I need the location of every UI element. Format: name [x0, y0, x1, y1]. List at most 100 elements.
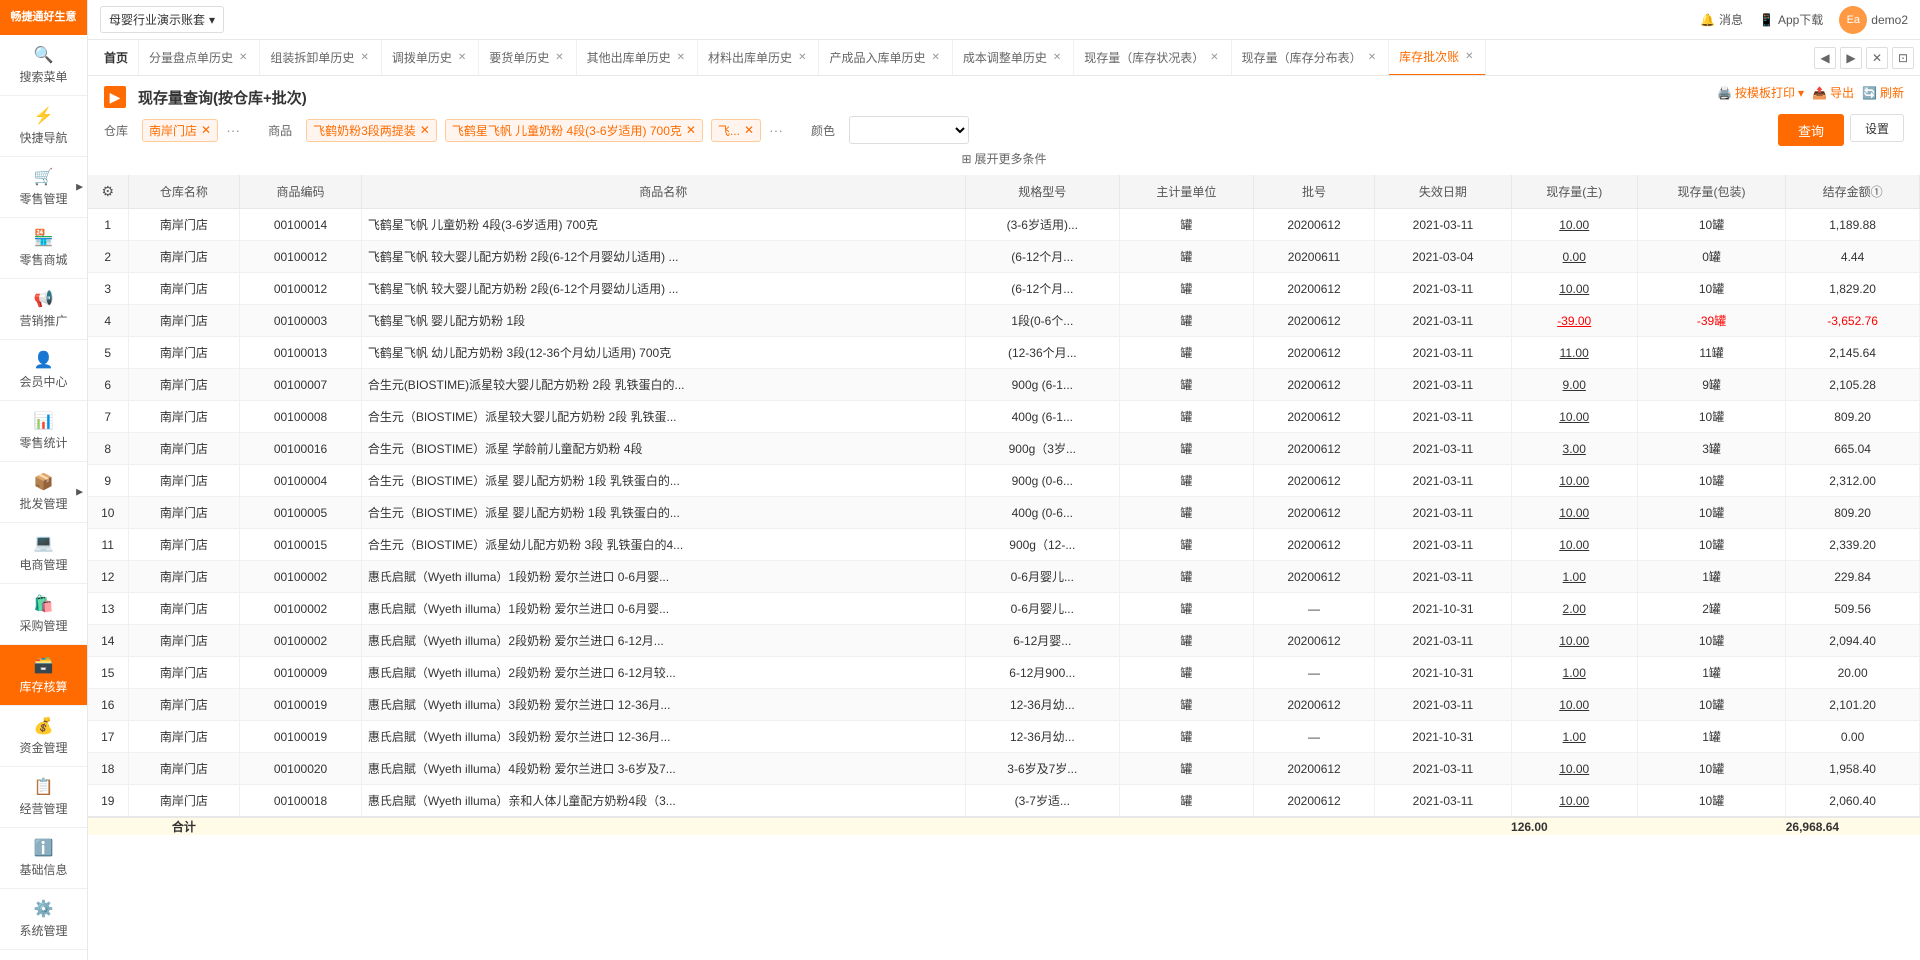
cell-8[interactable]: 10.00	[1511, 209, 1637, 241]
footer-cell-1: 合计	[128, 817, 240, 835]
tab-9[interactable]: 现存量（库存状况表） ✕	[1074, 40, 1231, 76]
cell-8[interactable]: 0.00	[1511, 241, 1637, 273]
tab-5[interactable]: 其他出库单历史 ✕	[577, 40, 698, 76]
tab-label: 组装拆卸单历史	[270, 49, 354, 66]
sidebar-item-零售管理[interactable]: 🛒 零售管理 ▶	[0, 157, 87, 218]
product-tag-2-close[interactable]: ✕	[744, 123, 754, 137]
tab-8[interactable]: 成本调整单历史 ✕	[953, 40, 1074, 76]
tab-close-icon[interactable]: ✕	[675, 52, 687, 63]
expand-more-btn[interactable]: ⊞ 展开更多条件	[961, 150, 1046, 167]
cell-8[interactable]: 9.00	[1511, 369, 1637, 401]
cell-8[interactable]: -39.00	[1511, 305, 1637, 337]
sidebar-item-快捷导航[interactable]: ⚡ 快捷导航	[0, 96, 87, 157]
product-tag-2[interactable]: 飞... ✕	[711, 119, 761, 142]
tab-next-btn[interactable]: ▶	[1840, 47, 1862, 69]
table-row: 5南岸门店00100013飞鹤星飞帆 幼儿配方奶粉 3段(12-36个月幼儿适用…	[88, 337, 1920, 369]
cell-2: 00100016	[240, 433, 362, 465]
tab-close-icon[interactable]: ✕	[456, 52, 468, 63]
message-btn[interactable]: 🔔 消息	[1700, 11, 1743, 28]
sidebar-item-营销推广[interactable]: 📢 营销推广	[0, 279, 87, 340]
cell-0: 17	[88, 721, 128, 753]
cell-8[interactable]: 10.00	[1511, 465, 1637, 497]
tab-close-icon[interactable]: ✕	[1208, 52, 1220, 63]
export-btn[interactable]: 📤 导出	[1812, 84, 1854, 101]
cell-8[interactable]: 10.00	[1511, 401, 1637, 433]
cell-7: 2021-10-31	[1375, 721, 1511, 753]
tab-label: 其他出库单历史	[587, 49, 671, 66]
color-select[interactable]	[849, 116, 969, 144]
sidebar-item-经营管理[interactable]: 📋 经营管理	[0, 767, 87, 828]
print-btn[interactable]: 🖨️ 按模板打印 ▾	[1717, 84, 1804, 101]
product-tag-1-close[interactable]: ✕	[686, 123, 696, 137]
cell-7: 2021-03-11	[1375, 753, 1511, 785]
query-btn[interactable]: 查询	[1778, 114, 1844, 146]
cell-9: 10罐	[1637, 273, 1785, 305]
tab-11[interactable]: 库存批次账 ✕	[1389, 40, 1486, 76]
sidebar-item-电商管理[interactable]: 💻 电商管理	[0, 523, 87, 584]
account-dropdown[interactable]: 母婴行业演示账套 ▾	[100, 6, 224, 33]
user-menu[interactable]: Ea demo2	[1839, 6, 1908, 34]
cell-8[interactable]: 10.00	[1511, 529, 1637, 561]
main-content: 母婴行业演示账套 ▾ 🔔 消息 📱 App下载 Ea demo2 首页 分量盘点…	[88, 0, 1920, 960]
cell-8[interactable]: 10.00	[1511, 753, 1637, 785]
sidebar-item-企业协同[interactable]: 🤝 企业协同	[0, 950, 87, 960]
cell-8[interactable]: 1.00	[1511, 721, 1637, 753]
cell-1: 南岸门店	[128, 721, 240, 753]
tab-0[interactable]: 首页	[94, 40, 139, 76]
warehouse-more-btn[interactable]: ···	[226, 122, 240, 138]
refresh-btn[interactable]: 🔄 刷新	[1862, 84, 1904, 101]
cell-8[interactable]: 10.00	[1511, 497, 1637, 529]
sidebar-item-资金管理[interactable]: 💰 资金管理	[0, 706, 87, 767]
sidebar-item-搜索菜单[interactable]: 🔍 搜索菜单	[0, 35, 87, 96]
sidebar-item-系统管理[interactable]: ⚙️ 系统管理	[0, 889, 87, 950]
warehouse-tag[interactable]: 南岸门店 ✕	[142, 119, 218, 142]
tab-4[interactable]: 要货单历史 ✕	[479, 40, 576, 76]
expand-filter-btn[interactable]: ▶	[104, 86, 126, 108]
cell-8[interactable]: 10.00	[1511, 785, 1637, 818]
product-tag-1[interactable]: 飞鹤星飞帆 儿童奶粉 4段(3-6岁适用) 700克 ✕	[445, 119, 703, 142]
cell-10: 2,145.64	[1786, 337, 1920, 369]
sidebar-item-基础信息[interactable]: ℹ️ 基础信息	[0, 828, 87, 889]
sidebar-item-批发管理[interactable]: 📦 批发管理 ▶	[0, 462, 87, 523]
tab-close-icon[interactable]: ✕	[358, 52, 370, 63]
tab-close-icon[interactable]: ✕	[1366, 52, 1378, 63]
cell-8[interactable]: 2.00	[1511, 593, 1637, 625]
tab-6[interactable]: 材料出库单历史 ✕	[698, 40, 819, 76]
tab-close-btn[interactable]: ✕	[1866, 47, 1888, 69]
tab-close-icon[interactable]: ✕	[1463, 51, 1475, 62]
tab-1[interactable]: 分量盘点单历史 ✕	[139, 40, 260, 76]
sidebar-item-label: 系统管理	[19, 922, 67, 939]
sidebar-item-零售统计[interactable]: 📊 零售统计	[0, 401, 87, 462]
cell-8[interactable]: 1.00	[1511, 657, 1637, 689]
tab-close-icon[interactable]: ✕	[1051, 52, 1063, 63]
cell-8[interactable]: 1.00	[1511, 561, 1637, 593]
sidebar-item-采购管理[interactable]: 🛍️ 采购管理	[0, 584, 87, 645]
tab-10[interactable]: 现存量（库存分布表） ✕	[1232, 40, 1389, 76]
sidebar-item-库存核算[interactable]: 🗃️ 库存核算	[0, 645, 87, 706]
product-tag-0[interactable]: 飞鹤奶粉3段两提装 ✕	[306, 119, 437, 142]
tab-close-icon[interactable]: ✕	[553, 52, 565, 63]
product-more-btn[interactable]: ···	[769, 122, 783, 138]
app-download-btn[interactable]: 📱 App下载	[1759, 11, 1823, 28]
sidebar-item-零售商城[interactable]: 🏪 零售商城	[0, 218, 87, 279]
tab-more-btn[interactable]: ⊡	[1892, 47, 1914, 69]
setting-btn[interactable]: 设置	[1850, 114, 1904, 142]
cell-8[interactable]: 10.00	[1511, 689, 1637, 721]
cell-8[interactable]: 11.00	[1511, 337, 1637, 369]
tab-close-icon[interactable]: ✕	[929, 52, 941, 63]
tab-3[interactable]: 调拨单历史 ✕	[382, 40, 479, 76]
product-tag-0-close[interactable]: ✕	[420, 123, 430, 137]
cell-8[interactable]: 10.00	[1511, 625, 1637, 657]
settings-icon[interactable]: ⚙	[101, 183, 114, 199]
tab-7[interactable]: 产成品入库单历史 ✕	[819, 40, 952, 76]
cell-0: 6	[88, 369, 128, 401]
cell-4: 900g（3岁...	[965, 433, 1119, 465]
cell-8[interactable]: 3.00	[1511, 433, 1637, 465]
tab-prev-btn[interactable]: ◀	[1814, 47, 1836, 69]
tab-2[interactable]: 组装拆卸单历史 ✕	[260, 40, 381, 76]
tab-close-icon[interactable]: ✕	[796, 52, 808, 63]
tab-close-icon[interactable]: ✕	[237, 52, 249, 63]
sidebar-item-会员中心[interactable]: 👤 会员中心	[0, 340, 87, 401]
cell-8[interactable]: 10.00	[1511, 273, 1637, 305]
warehouse-tag-close[interactable]: ✕	[201, 123, 211, 137]
